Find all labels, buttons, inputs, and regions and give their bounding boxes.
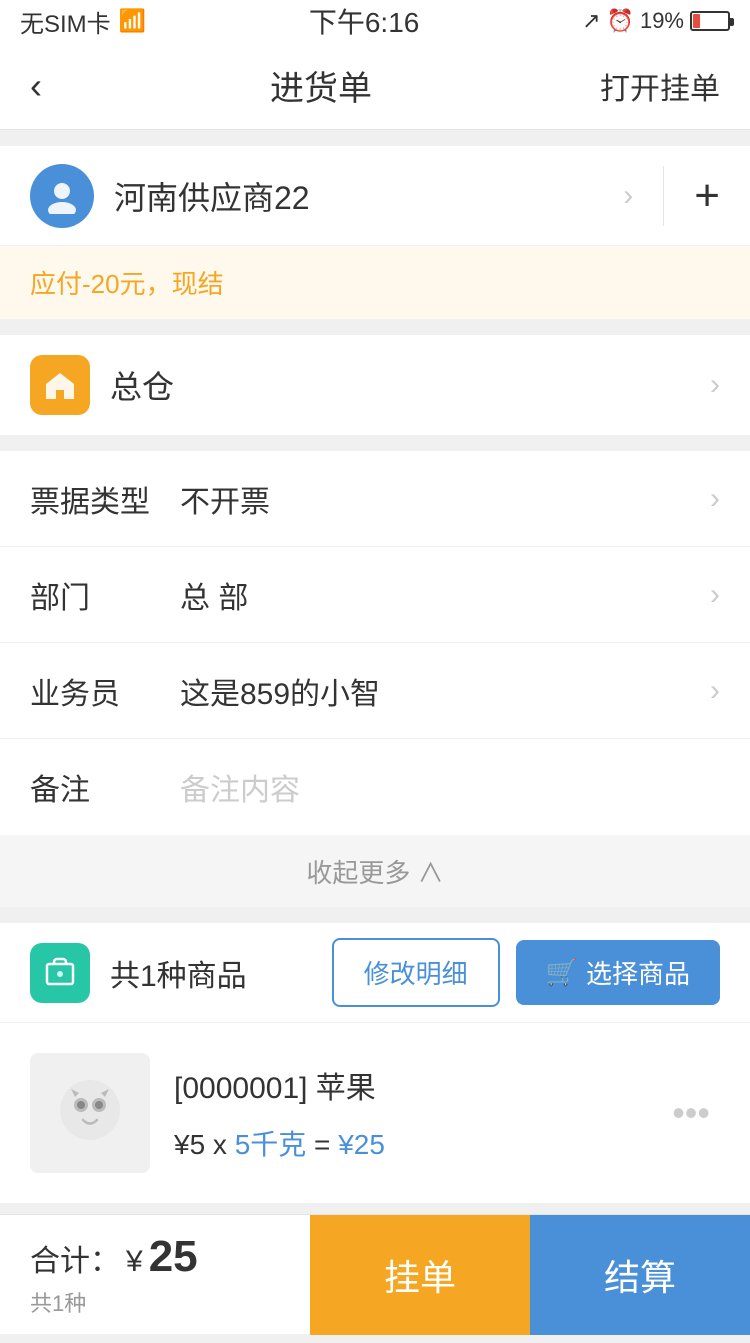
product-price-row: ¥5 x 5千克 = ¥25 bbox=[174, 1123, 662, 1163]
carrier-text: 无SIM卡 bbox=[20, 4, 111, 39]
remark-input[interactable]: 备注内容 bbox=[180, 765, 720, 809]
battery-text: 19% bbox=[640, 8, 684, 34]
add-supplier-button[interactable]: + bbox=[694, 174, 720, 218]
supplier-row[interactable]: 河南供应商22 › + bbox=[0, 146, 750, 246]
chevron-right-icon: › bbox=[623, 179, 633, 213]
total-main: 合计： ¥ 25 bbox=[30, 1232, 280, 1282]
product-section-icon bbox=[30, 943, 90, 1003]
product-name: [0000001] 苹果 bbox=[174, 1063, 662, 1107]
open-hang-button[interactable]: 打开挂单 bbox=[600, 64, 720, 108]
salesperson-row[interactable]: 业务员 这是859的小智 › bbox=[0, 643, 750, 739]
status-left: 无SIM卡 📶 bbox=[20, 4, 146, 39]
department-value: 总 部 bbox=[180, 573, 710, 617]
collapse-toggle[interactable]: 收起更多 ∧ bbox=[0, 835, 750, 907]
invoice-type-row[interactable]: 票据类型 不开票 › bbox=[0, 451, 750, 547]
remark-label: 备注 bbox=[30, 765, 150, 809]
department-label: 部门 bbox=[30, 573, 150, 617]
price-base: ¥5 x bbox=[174, 1129, 235, 1160]
alarm-icon: ⏰ bbox=[607, 8, 634, 34]
chevron-right-icon: › bbox=[710, 368, 720, 402]
battery-icon bbox=[690, 11, 730, 31]
bottom-bar: 合计： ¥ 25 共1种 挂单 结算 bbox=[0, 1214, 750, 1334]
warehouse-icon bbox=[30, 355, 90, 415]
department-row[interactable]: 部门 总 部 › bbox=[0, 547, 750, 643]
content-area: 河南供应商22 › + 应付-20元，现结 总仓 › 票据类型 不开票 › 部门… bbox=[0, 146, 750, 1343]
wifi-icon: 📶 bbox=[119, 8, 146, 34]
product-section: 共1种商品 修改明细 🛒 选择商品 bbox=[0, 923, 750, 1203]
checkout-button[interactable]: 结算 bbox=[530, 1215, 750, 1335]
product-count-text: 共1种商品 bbox=[110, 951, 332, 995]
total-amount: 25 bbox=[149, 1232, 198, 1282]
collapse-label: 收起更多 ∧ bbox=[306, 853, 443, 890]
supplier-card: 河南供应商22 › + 应付-20元，现结 bbox=[0, 146, 750, 319]
remark-row[interactable]: 备注 备注内容 bbox=[0, 739, 750, 835]
hang-button[interactable]: 挂单 bbox=[310, 1215, 530, 1335]
select-product-label: 选择商品 bbox=[586, 954, 690, 991]
product-more-button[interactable]: ••• bbox=[662, 1092, 720, 1134]
quantity-highlight: 5千克 bbox=[235, 1129, 307, 1160]
chevron-right-icon: › bbox=[710, 578, 720, 612]
status-bar: 无SIM卡 📶 下午6:16 ↗ ⏰ 19% bbox=[0, 0, 750, 42]
supplier-name: 河南供应商22 bbox=[114, 173, 623, 219]
equal-sign: = bbox=[306, 1129, 338, 1160]
status-right: ↗ ⏰ 19% bbox=[582, 8, 730, 34]
nav-bar: ‹ 进货单 打开挂单 bbox=[0, 42, 750, 130]
select-icon: 🛒 bbox=[546, 957, 578, 988]
product-info: [0000001] 苹果 ¥5 x 5千克 = ¥25 bbox=[174, 1063, 662, 1163]
warehouse-name: 总仓 bbox=[110, 362, 710, 408]
chevron-right-icon: › bbox=[710, 674, 720, 708]
total-price-highlight: ¥25 bbox=[338, 1129, 385, 1160]
total-sub-label: 共1种 bbox=[30, 1286, 280, 1318]
total-section: 合计： ¥ 25 共1种 bbox=[0, 1232, 310, 1318]
total-label: 合计： bbox=[30, 1236, 120, 1280]
warehouse-card[interactable]: 总仓 › bbox=[0, 335, 750, 435]
avatar bbox=[30, 164, 94, 228]
product-header: 共1种商品 修改明细 🛒 选择商品 bbox=[0, 923, 750, 1023]
divider bbox=[663, 166, 664, 226]
salesperson-value: 这是859的小智 bbox=[180, 669, 710, 713]
page-title: 进货单 bbox=[270, 61, 372, 110]
notice-banner: 应付-20元，现结 bbox=[0, 246, 750, 319]
invoice-type-label: 票据类型 bbox=[30, 477, 150, 521]
currency-symbol: ¥ bbox=[126, 1245, 143, 1279]
chevron-right-icon: › bbox=[710, 482, 720, 516]
edit-detail-button[interactable]: 修改明细 bbox=[332, 938, 500, 1007]
select-product-button[interactable]: 🛒 选择商品 bbox=[516, 940, 720, 1005]
status-time: 下午6:16 bbox=[309, 1, 420, 41]
product-item: [0000001] 苹果 ¥5 x 5千克 = ¥25 ••• bbox=[0, 1023, 750, 1203]
back-button[interactable]: ‹ bbox=[30, 65, 42, 107]
invoice-type-value: 不开票 bbox=[180, 477, 710, 521]
product-thumbnail bbox=[30, 1053, 150, 1173]
form-card: 票据类型 不开票 › 部门 总 部 › 业务员 这是859的小智 › 备注 备注… bbox=[0, 451, 750, 835]
salesperson-label: 业务员 bbox=[30, 669, 150, 713]
location-icon: ↗ bbox=[582, 8, 600, 34]
